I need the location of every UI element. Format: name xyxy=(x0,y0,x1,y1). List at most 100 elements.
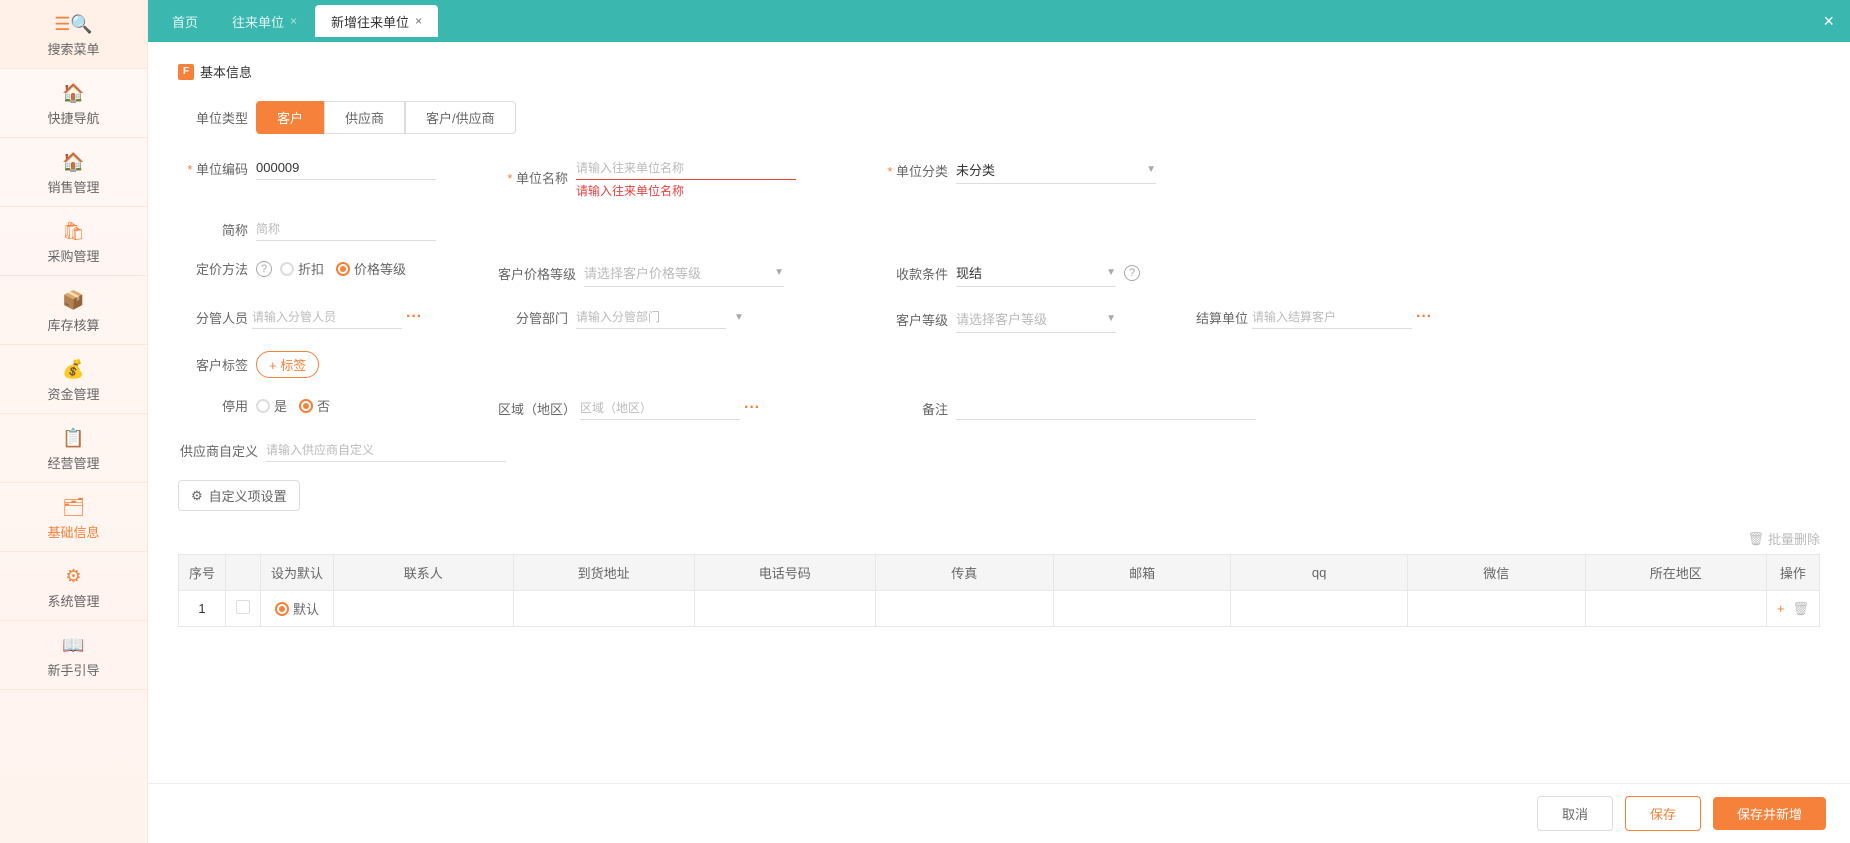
tab-new-trade-unit[interactable]: 新增往来单位 × xyxy=(315,5,438,37)
custom-settings-label: 自定义项设置 xyxy=(209,486,287,505)
td-qq[interactable] xyxy=(1231,591,1407,627)
tab-new-trade-unit-close[interactable]: × xyxy=(415,14,422,28)
supplier-custom-input[interactable] xyxy=(266,438,506,462)
td-action: + 🗑 xyxy=(1766,591,1819,627)
manager-input[interactable] xyxy=(252,305,402,329)
payment-terms-help-icon[interactable]: ? xyxy=(1124,265,1140,281)
row-checkbox[interactable] xyxy=(236,600,250,614)
sidebar-item-base[interactable]: 🗂 基础信息 xyxy=(0,483,147,552)
tab-trade-units[interactable]: 往来单位 × xyxy=(216,5,313,37)
remark-input[interactable] xyxy=(956,396,1256,420)
disable-yes-label: 是 xyxy=(274,396,287,415)
save-new-button[interactable]: 保存并新增 xyxy=(1713,797,1826,830)
unit-code-group: 单位编码 xyxy=(178,156,498,180)
row-delete-btn[interactable]: 🗑 xyxy=(1792,601,1809,617)
customer-price-level-select[interactable]: 请选择客户价格等级 ▼ xyxy=(584,259,784,287)
disable-label: 停用 xyxy=(178,396,248,415)
sidebar-item-search[interactable]: ☰🔍 搜索菜单 xyxy=(0,0,147,69)
td-email[interactable] xyxy=(1053,591,1231,627)
unit-category-select[interactable]: 未分类 ▼ xyxy=(956,156,1156,184)
th-default: 设为默认 xyxy=(261,555,334,591)
td-phone[interactable] xyxy=(694,591,875,627)
phone-input[interactable] xyxy=(705,601,865,616)
sidebar-item-quicknav-label: 快捷导航 xyxy=(47,108,99,127)
window-close-button[interactable]: × xyxy=(1815,11,1842,32)
unit-type-group: 单位类型 客户 供应商 客户/供应商 xyxy=(178,101,1820,134)
region-table-input[interactable] xyxy=(1596,601,1756,616)
wechat-input[interactable] xyxy=(1418,601,1575,616)
settlement-unit-input[interactable] xyxy=(1252,305,1412,329)
custom-settings-button[interactable]: ⚙ 自定义项设置 xyxy=(178,480,300,511)
sidebar-item-sales-label: 销售管理 xyxy=(47,177,99,196)
tab-trade-units-close[interactable]: × xyxy=(290,14,297,28)
td-wechat[interactable] xyxy=(1407,591,1585,627)
short-name-group: 简称 xyxy=(178,217,498,241)
sidebar-item-inventory-label: 库存核算 xyxy=(47,315,99,334)
settlement-unit-group: 结算单位 ··· xyxy=(1178,305,1820,329)
pricing-help-icon[interactable]: ? xyxy=(256,261,272,277)
section-title-text: 基本信息 xyxy=(200,62,252,81)
main-area: 首页 往来单位 × 新增往来单位 × × F 基本信息 单位类型 xyxy=(148,0,1850,843)
type-btn-both[interactable]: 客户/供应商 xyxy=(405,101,516,134)
type-btn-supplier[interactable]: 供应商 xyxy=(324,101,405,134)
tab-new-trade-unit-label: 新增往来单位 xyxy=(331,12,409,31)
manager-label: 分管人员 xyxy=(178,308,248,327)
customer-price-level-chevron: ▼ xyxy=(774,267,784,278)
manager-dots-btn[interactable]: ··· xyxy=(406,308,422,326)
finance-icon: 💰 xyxy=(62,359,84,380)
row-add-btn[interactable]: + xyxy=(1777,601,1785,616)
td-fax[interactable] xyxy=(875,591,1053,627)
sidebar-item-system[interactable]: ⚙ 系统管理 xyxy=(0,552,147,621)
batch-delete-label: 批量删除 xyxy=(1768,529,1820,548)
disable-region-row: 停用 是 否 区域（地区） ··· xyxy=(178,396,1820,420)
default-radio[interactable]: 默认 xyxy=(271,599,323,618)
sidebar: ☰🔍 搜索菜单 🏠 快捷导航 🏠 销售管理 🛍 采购管理 📦 库存核算 💰 资金… xyxy=(0,0,148,843)
department-input[interactable] xyxy=(576,305,726,329)
save-button[interactable]: 保存 xyxy=(1625,796,1701,831)
sidebar-item-operations[interactable]: 📋 经营管理 xyxy=(0,414,147,483)
quicknav-icon: 🏠 xyxy=(62,83,84,104)
region-dots-btn[interactable]: ··· xyxy=(744,399,760,417)
disable-no-circle xyxy=(299,399,313,413)
fax-input[interactable] xyxy=(886,601,1043,616)
unit-code-label: 单位编码 xyxy=(178,159,248,178)
pricing-radio-level[interactable]: 价格等级 xyxy=(336,259,406,278)
unit-name-input[interactable] xyxy=(576,156,796,180)
sidebar-item-inventory[interactable]: 📦 库存核算 xyxy=(0,276,147,345)
payment-terms-select[interactable]: 现结 ▼ xyxy=(956,259,1116,287)
cancel-button[interactable]: 取消 xyxy=(1537,796,1613,831)
td-contact[interactable] xyxy=(334,591,513,627)
disable-no[interactable]: 否 xyxy=(299,396,330,415)
customer-price-level-group: 客户价格等级 请选择客户价格等级 ▼ xyxy=(498,259,878,287)
td-region[interactable] xyxy=(1585,591,1766,627)
region-input[interactable] xyxy=(580,396,740,420)
td-address[interactable] xyxy=(513,591,694,627)
qq-input[interactable] xyxy=(1241,601,1396,616)
settlement-unit-dots-btn[interactable]: ··· xyxy=(1416,308,1432,326)
pricing-row: 定价方法 ? 折扣 价格等级 客户价格等级 xyxy=(178,259,1820,287)
search-menu-icon: ☰🔍 xyxy=(54,14,93,35)
sidebar-item-guide-label: 新手引导 xyxy=(47,660,99,679)
sidebar-item-quicknav[interactable]: 🏠 快捷导航 xyxy=(0,69,147,138)
tab-home[interactable]: 首页 xyxy=(156,5,214,37)
sidebar-item-sales[interactable]: 🏠 销售管理 xyxy=(0,138,147,207)
contact-input[interactable] xyxy=(344,601,502,616)
type-btn-customer[interactable]: 客户 xyxy=(256,101,324,134)
unit-code-input[interactable] xyxy=(256,156,436,180)
sidebar-item-guide[interactable]: 📖 新手引导 xyxy=(0,621,147,690)
email-input[interactable] xyxy=(1064,601,1221,616)
address-input[interactable] xyxy=(524,601,684,616)
pricing-radio-discount[interactable]: 折扣 xyxy=(280,259,324,278)
add-tag-button[interactable]: + 标签 xyxy=(256,351,319,378)
batch-delete-btn[interactable]: 🗑 批量删除 xyxy=(178,529,1820,548)
unit-name-label: 单位名称 xyxy=(498,168,568,187)
customer-level-select[interactable]: 请选择客户等级 ▼ xyxy=(956,305,1116,333)
sidebar-item-finance[interactable]: 💰 资金管理 xyxy=(0,345,147,414)
manager-row: 分管人员 ··· 分管部门 ▼ 客户等级 请选择客户等级 ▼ xyxy=(178,305,1820,333)
td-checkbox[interactable] xyxy=(226,591,261,627)
sales-icon: 🏠 xyxy=(62,152,84,173)
disable-yes[interactable]: 是 xyxy=(256,396,287,415)
sidebar-item-purchase[interactable]: 🛍 采购管理 xyxy=(0,207,147,276)
department-select[interactable]: ▼ xyxy=(734,308,754,327)
short-name-input[interactable] xyxy=(256,217,436,241)
